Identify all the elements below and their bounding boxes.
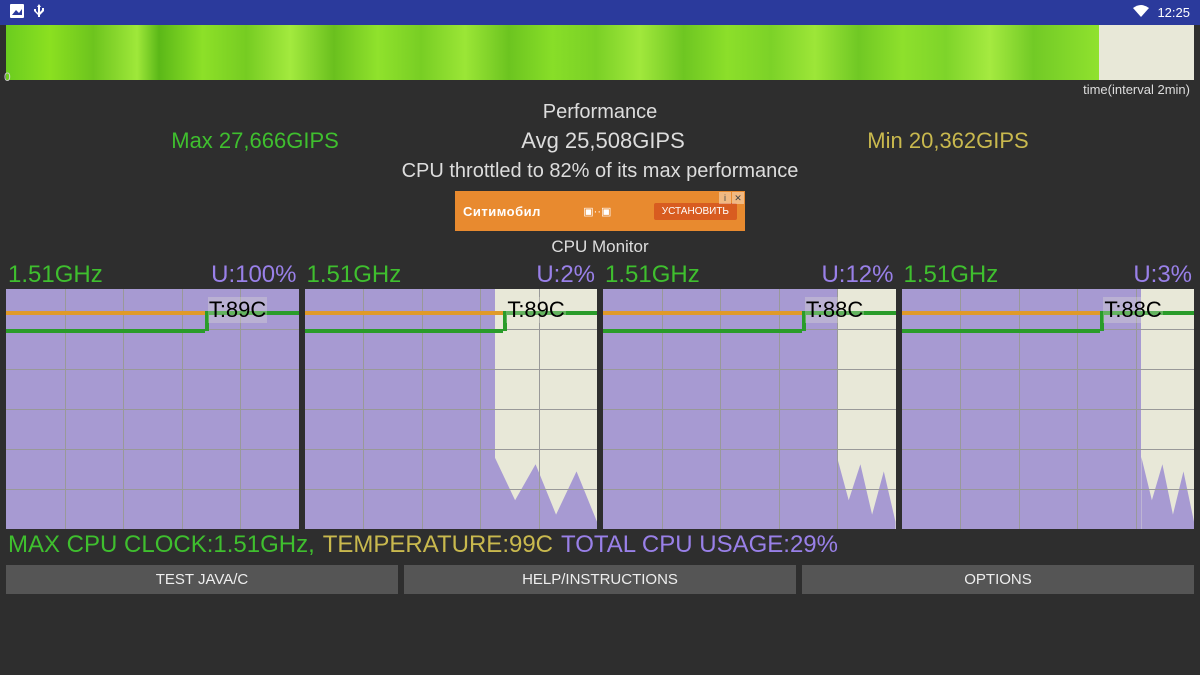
clock-history-low bbox=[305, 329, 504, 333]
timeline-activity-fill bbox=[6, 25, 1099, 80]
ad-brand-text: Ситимобил bbox=[463, 204, 541, 219]
performance-section: Performance Max 27,666GIPS Avg 25,508GIP… bbox=[0, 101, 1200, 183]
summary-max-clock: MAX CPU CLOCK:1.51GHz, bbox=[8, 531, 315, 559]
clock-history-low bbox=[902, 329, 1101, 333]
cpu-core-grid: 1.51GHzU:100%T:89C1.51GHzU:2%T:89C1.51GH… bbox=[0, 261, 1200, 529]
summary-total-usage: TOTAL CPU USAGE:29% bbox=[561, 531, 838, 559]
wifi-icon bbox=[1133, 5, 1149, 20]
core-temp-label: T:89C bbox=[506, 297, 565, 323]
perf-avg: Avg 25,508GIPS bbox=[521, 128, 685, 154]
cpu-core-1: 1.51GHz U:2% T:89C bbox=[305, 261, 598, 529]
core-chart: T:88C bbox=[603, 289, 896, 529]
options-button[interactable]: OPTIONS bbox=[802, 565, 1194, 594]
performance-timeline-chart: 0 bbox=[6, 25, 1194, 80]
usb-icon bbox=[34, 4, 44, 21]
ad-banner[interactable]: Ситимобил ▣··▣ УСТАНОВИТЬ i ✕ bbox=[455, 191, 745, 231]
perf-max: Max 27,666GIPS bbox=[171, 128, 339, 154]
core-chart: T:89C bbox=[6, 289, 299, 529]
core-temp-label: T:88C bbox=[1103, 297, 1162, 323]
ad-close-icon[interactable]: ✕ bbox=[732, 192, 744, 204]
summary-temperature: TEMPERATURE:99C bbox=[323, 531, 553, 559]
core-temp-label: T:89C bbox=[208, 297, 267, 323]
summary-row: MAX CPU CLOCK:1.51GHz, TEMPERATURE:99C T… bbox=[0, 529, 1200, 561]
core-freq: 1.51GHz bbox=[307, 261, 402, 289]
button-row: TEST JAVA/C HELP/INSTRUCTIONS OPTIONS bbox=[0, 561, 1200, 598]
ad-graphic-icon: ▣··▣ bbox=[583, 205, 611, 218]
clock-history-low bbox=[603, 329, 802, 333]
core-freq: 1.51GHz bbox=[8, 261, 103, 289]
core-usage: U:2% bbox=[536, 261, 595, 289]
cpu-monitor-title: CPU Monitor bbox=[0, 237, 1200, 257]
core-usage: U:100% bbox=[211, 261, 296, 289]
cpu-core-3: 1.51GHz U:3% T:88C bbox=[902, 261, 1195, 529]
core-chart: T:88C bbox=[902, 289, 1195, 529]
timeline-axis-zero: 0 bbox=[4, 70, 11, 84]
core-temp-label: T:88C bbox=[805, 297, 864, 323]
core-usage: U:3% bbox=[1133, 261, 1192, 289]
timeline-interval-label: time(interval 2min) bbox=[0, 82, 1200, 97]
usage-falloff bbox=[495, 457, 597, 529]
usage-falloff bbox=[837, 457, 896, 529]
gallery-icon bbox=[10, 4, 24, 21]
cpu-core-0: 1.51GHz U:100% T:89C bbox=[6, 261, 299, 529]
core-freq: 1.51GHz bbox=[904, 261, 999, 289]
ad-install-button[interactable]: УСТАНОВИТЬ bbox=[654, 203, 737, 220]
performance-title: Performance bbox=[0, 101, 1200, 124]
throttle-message: CPU throttled to 82% of its max performa… bbox=[0, 160, 1200, 183]
test-button[interactable]: TEST JAVA/C bbox=[6, 565, 398, 594]
usage-falloff bbox=[1141, 457, 1194, 529]
core-usage: U:12% bbox=[821, 261, 893, 289]
ad-info-icon[interactable]: i bbox=[719, 192, 731, 204]
status-time: 12:25 bbox=[1157, 5, 1190, 20]
core-freq: 1.51GHz bbox=[605, 261, 700, 289]
core-chart: T:89C bbox=[305, 289, 598, 529]
clock-history-low bbox=[6, 329, 205, 333]
cpu-core-2: 1.51GHz U:12% T:88C bbox=[603, 261, 896, 529]
help-button[interactable]: HELP/INSTRUCTIONS bbox=[404, 565, 796, 594]
timeline-inactive-tail bbox=[1099, 25, 1194, 80]
status-bar: 12:25 bbox=[0, 0, 1200, 25]
perf-min: Min 20,362GIPS bbox=[867, 128, 1028, 154]
